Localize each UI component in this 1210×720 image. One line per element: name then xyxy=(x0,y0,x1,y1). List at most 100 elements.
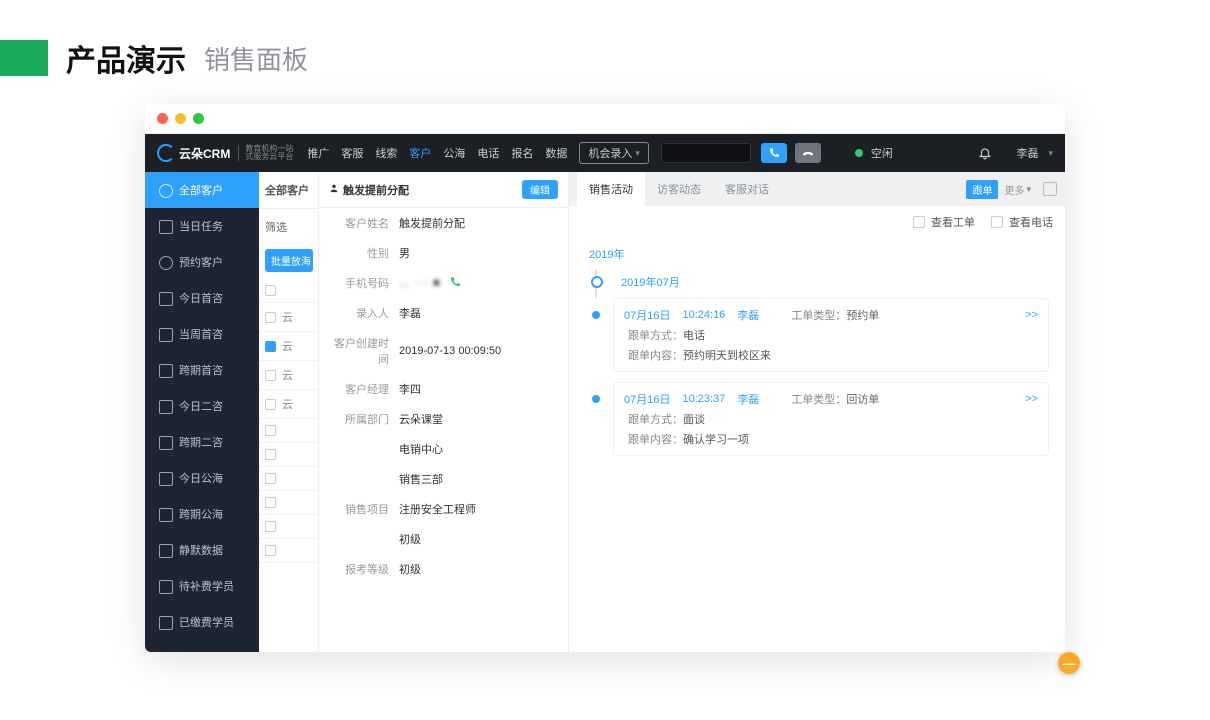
row-checkbox[interactable] xyxy=(265,370,276,381)
sidebar-item[interactable]: 跨期公海 xyxy=(145,496,259,532)
sidebar-item[interactable]: 跨期二咨 xyxy=(145,424,259,460)
phone-down-icon xyxy=(802,147,814,159)
sidebar-item[interactable]: 今日二咨 xyxy=(145,388,259,424)
list-heading: 全部客户 xyxy=(259,172,318,209)
status-indicator-icon xyxy=(855,149,863,157)
detail-row: 客户经理李四 xyxy=(319,374,568,404)
sidebar-item[interactable]: 静默数据 xyxy=(145,532,259,568)
hangup-button[interactable] xyxy=(795,143,821,163)
row-checkbox[interactable] xyxy=(265,545,276,556)
list-row[interactable] xyxy=(259,467,318,491)
topnav-item[interactable]: 电话 xyxy=(477,145,499,161)
activity-tab[interactable]: 访客动态 xyxy=(645,172,713,206)
sidebar-item[interactable]: 当日任务 xyxy=(145,208,259,244)
sidebar-item[interactable]: 待补费学员 xyxy=(145,568,259,604)
opportunity-button[interactable]: 机会录入 ▾ xyxy=(579,142,649,164)
detail-label: 性别 xyxy=(329,245,399,261)
row-checkbox[interactable] xyxy=(265,341,276,352)
followup-tag[interactable]: 跟单 xyxy=(966,180,998,199)
sidebar-item[interactable]: 已缴费学员 xyxy=(145,604,259,640)
list-row[interactable] xyxy=(259,419,318,443)
sidebar-item[interactable]: 今日首咨 xyxy=(145,280,259,316)
row-checkbox[interactable] xyxy=(265,473,276,484)
detail-label: 所属部门 xyxy=(329,411,399,427)
sidebar-item[interactable]: 开通课程 xyxy=(145,640,259,652)
search-input[interactable] xyxy=(661,143,751,163)
list-row[interactable]: 云 xyxy=(259,332,318,361)
row-checkbox[interactable] xyxy=(265,399,276,410)
detail-value: 销售三部 xyxy=(399,471,558,487)
activity-tab[interactable]: 客服对话 xyxy=(713,172,781,206)
user-icon xyxy=(159,256,171,268)
list-row[interactable] xyxy=(259,515,318,539)
row-checkbox[interactable] xyxy=(265,312,276,323)
sidebar-item[interactable]: 跨期首咨 xyxy=(145,352,259,388)
row-name: 云 xyxy=(282,396,293,412)
detail-label: 客户姓名 xyxy=(329,215,399,231)
select-all-checkbox[interactable] xyxy=(265,285,276,296)
topnav-item[interactable]: 客服 xyxy=(341,145,363,161)
expand-entry-icon[interactable]: >> xyxy=(1025,309,1038,321)
list-row[interactable]: 云 xyxy=(259,390,318,419)
topnav-item[interactable]: 报名 xyxy=(511,145,533,161)
bell-icon[interactable] xyxy=(978,146,992,160)
topnav-item[interactable]: 客户 xyxy=(409,145,431,161)
box-icon xyxy=(159,544,171,556)
filter-ticket[interactable]: 查看工单 xyxy=(913,214,975,230)
filter-call[interactable]: 查看电话 xyxy=(991,214,1053,230)
more-link[interactable]: 更多 ▾ xyxy=(1004,182,1031,197)
chevron-down-icon: ▾ xyxy=(1026,184,1031,195)
window-min-icon[interactable] xyxy=(175,113,186,124)
sidebar-item-label: 全部客户 xyxy=(179,182,223,198)
logo: 云朵CRM 教育机构一站 式服务云平台 xyxy=(157,144,293,162)
activity-panel: 销售活动访客动态客服对话 跟单 更多 ▾ 查看工单 查看电话 xyxy=(569,172,1065,652)
entry-user: 李磊 xyxy=(737,391,759,407)
sidebar-item[interactable]: 全部客户 xyxy=(145,172,259,208)
chevron-down-icon: ▾ xyxy=(635,148,640,159)
row-checkbox[interactable] xyxy=(265,449,276,460)
sidebar-item[interactable]: 预约客户 xyxy=(145,244,259,280)
bulk-release-button[interactable]: 批量放海 xyxy=(265,249,313,272)
box-icon xyxy=(159,616,171,628)
call-icon[interactable] xyxy=(449,276,461,291)
row-checkbox[interactable] xyxy=(265,521,276,532)
activity-timeline: 2019年 2019年07月 07月16日10:24:16李磊工单类型：预约单>… xyxy=(569,238,1065,652)
sidebar-item-label: 跨期二咨 xyxy=(179,434,223,450)
detail-value: 初级 xyxy=(399,561,558,577)
fab-minimize[interactable]: — xyxy=(1058,652,1080,674)
list-row[interactable] xyxy=(259,443,318,467)
topnav-item[interactable]: 数据 xyxy=(545,145,567,161)
username[interactable]: 李磊 xyxy=(1016,145,1038,161)
call-button[interactable] xyxy=(761,143,787,163)
detail-title: 触发提前分配 xyxy=(343,182,409,198)
topnav-item[interactable]: 线索 xyxy=(375,145,397,161)
box-icon xyxy=(159,508,171,520)
detail-value: 李磊 xyxy=(399,305,558,321)
sidebar-item-label: 当日任务 xyxy=(179,218,223,234)
topnav-item[interactable]: 推广 xyxy=(307,145,329,161)
activity-tab[interactable]: 销售活动 xyxy=(577,172,645,206)
detail-row: 所属部门云朵课堂 xyxy=(319,404,568,434)
topnav-item[interactable]: 公海 xyxy=(443,145,465,161)
window-close-icon[interactable] xyxy=(157,113,168,124)
timeline-year: 2019年 xyxy=(585,242,1049,270)
window-max-icon[interactable] xyxy=(193,113,204,124)
detail-row: 录入人李磊 xyxy=(319,298,568,328)
row-checkbox[interactable] xyxy=(265,425,276,436)
list-row[interactable] xyxy=(259,539,318,563)
sidebar-item-label: 跨期首咨 xyxy=(179,362,223,378)
entry-date: 07月16日 xyxy=(624,307,670,323)
expand-icon[interactable] xyxy=(1043,182,1057,196)
edit-button[interactable]: 编辑 xyxy=(522,180,558,199)
status-text: 空闲 xyxy=(871,145,893,161)
detail-value: 2019-07-13 00:09:50 xyxy=(399,335,558,367)
sidebar-item[interactable]: 当周首咨 xyxy=(145,316,259,352)
detail-row: 电销中心 xyxy=(319,434,568,464)
list-row[interactable] xyxy=(259,491,318,515)
expand-entry-icon[interactable]: >> xyxy=(1025,393,1038,405)
list-row[interactable]: 云 xyxy=(259,361,318,390)
sidebar-item[interactable]: 今日公海 xyxy=(145,460,259,496)
row-checkbox[interactable] xyxy=(265,497,276,508)
list-row[interactable]: 云 xyxy=(259,303,318,332)
detail-header: 触发提前分配 编辑 xyxy=(319,172,568,208)
